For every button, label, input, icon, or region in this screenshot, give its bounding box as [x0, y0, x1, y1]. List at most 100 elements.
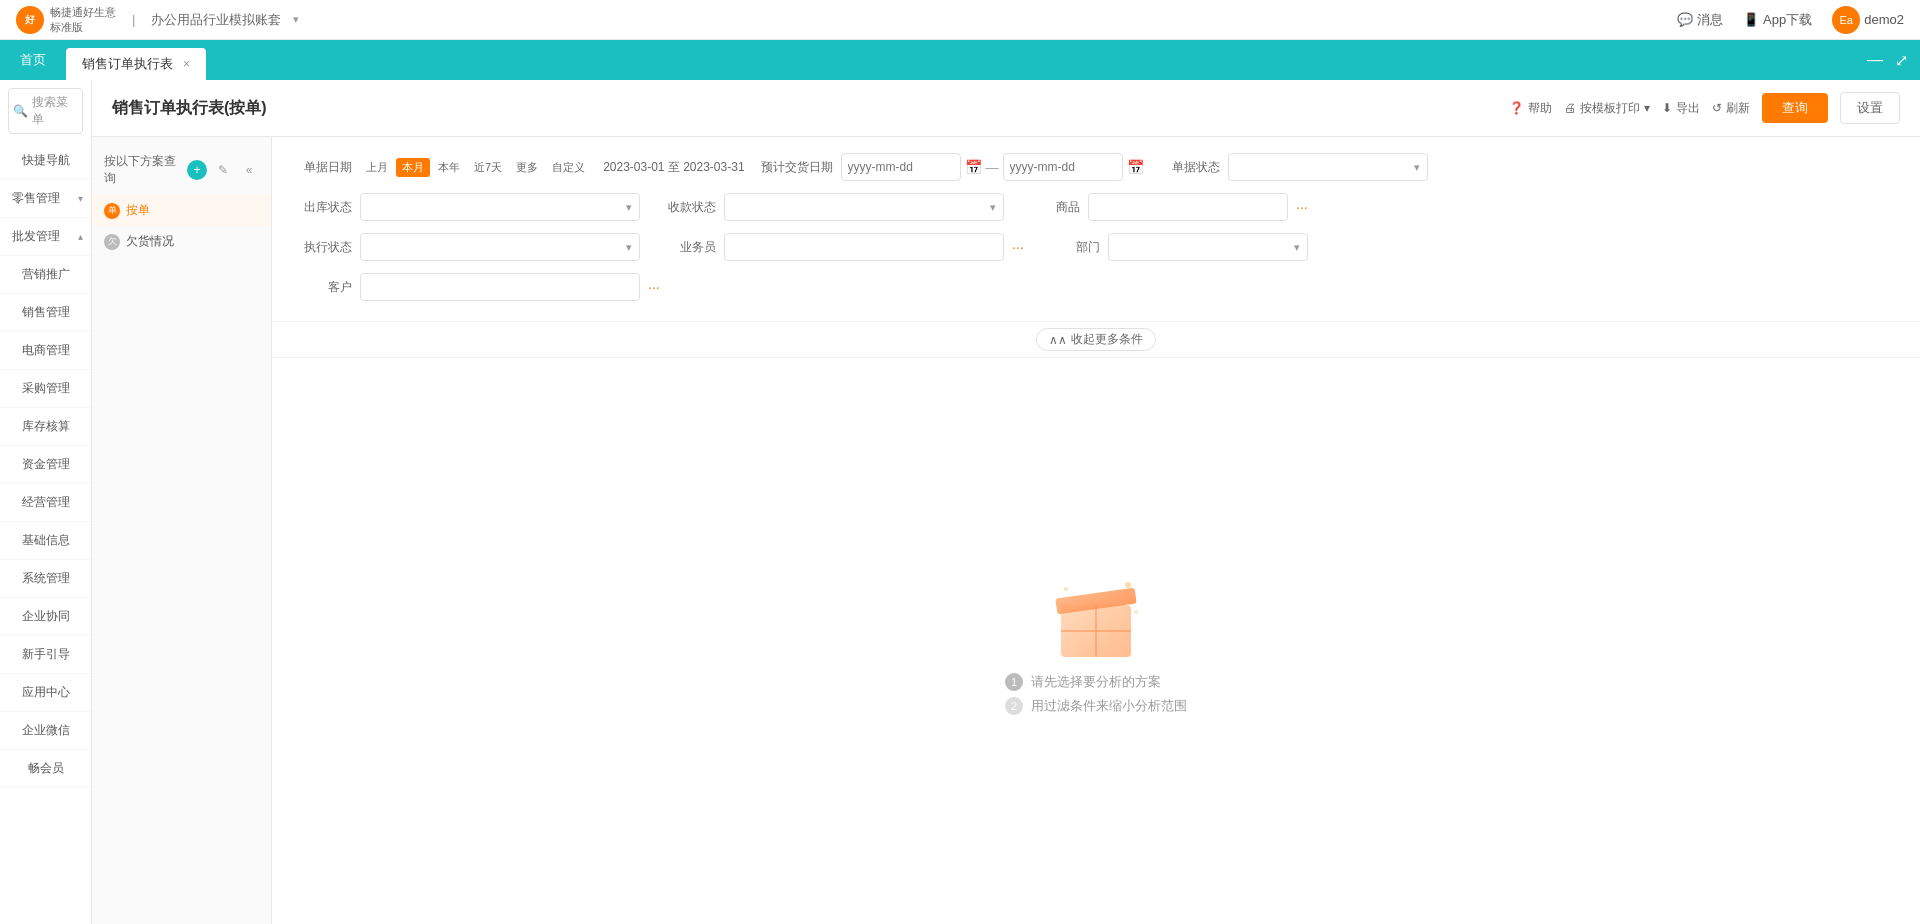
- sidebar-item-marketing[interactable]: 营销推广: [0, 256, 91, 294]
- sidebar-item-corp-wechat[interactable]: 企业微信: [0, 712, 91, 750]
- goods-input[interactable]: [1088, 193, 1288, 221]
- quick-date-this-month[interactable]: 本月: [396, 158, 430, 177]
- left-panel-edit-btn[interactable]: ✎: [213, 160, 233, 180]
- tab-minimize-icon[interactable]: —: [1867, 51, 1883, 69]
- page-header-actions: ❓ 帮助 🖨 按模板打印 ▾ ⬇ 导出 ↺ 刷新 查询 设置: [1509, 92, 1900, 124]
- filter-item-shortage[interactable]: 欠 欠货情况: [92, 226, 271, 257]
- tab-home[interactable]: 首页: [0, 40, 66, 80]
- sidebar-item-app-center[interactable]: 应用中心: [0, 674, 91, 712]
- wholesale-expand-icon: ▴: [78, 231, 83, 242]
- sidebar-item-purchase[interactable]: 采购管理: [0, 370, 91, 408]
- out-status-select[interactable]: [360, 193, 640, 221]
- expected-date-start[interactable]: [841, 153, 961, 181]
- customer-input[interactable]: [360, 273, 640, 301]
- message-btn[interactable]: 💬 消息: [1677, 11, 1723, 29]
- filter-field-expected-date: 预计交货日期 📅 — 📅: [761, 153, 1144, 181]
- tab-active[interactable]: 销售订单执行表 ×: [66, 48, 206, 80]
- collapse-up-icon: ∧∧: [1049, 333, 1067, 347]
- topbar: 好 畅捷通好生意 标准版 | 办公用品行业模拟账套 ▾ 💬 消息 📱 App下载…: [0, 0, 1920, 40]
- filter-field-goods: 商品 ···: [1020, 193, 1308, 221]
- search-icon: 🔍: [13, 104, 28, 118]
- empty-step-1: 1 请先选择要分析的方案: [1005, 673, 1187, 691]
- left-panel-title: 按以下方案查询: [104, 153, 187, 187]
- out-status-label: 出库状态: [292, 199, 352, 216]
- sidebar-item-sales-mgmt[interactable]: 销售管理: [0, 294, 91, 332]
- main-layout: 🔍 搜索菜单 快捷导航 零售管理 ▾ 批发管理 ▴ 营销推广 销售管理 电商管理…: [0, 80, 1920, 924]
- settings-btn[interactable]: 设置: [1840, 92, 1900, 124]
- filter-form: 单据日期 上月 本月 本年 近7天 更多 自定义 2023-03-01 至 20…: [272, 137, 1920, 322]
- department-label: 部门: [1040, 239, 1100, 256]
- export-icon: ⬇: [1662, 101, 1672, 115]
- logo-text: 畅捷通好生意 标准版: [50, 5, 116, 34]
- filter-content-layout: 按以下方案查询 + ✎ « 单 按单 欠 欠货情况: [92, 137, 1920, 924]
- step-2-number: 2: [1005, 697, 1023, 715]
- quick-date-more[interactable]: 更多: [510, 158, 544, 177]
- refresh-btn[interactable]: ↺ 刷新: [1712, 100, 1750, 117]
- sidebar-search-area: 🔍 搜索菜单: [0, 80, 91, 142]
- left-panel-add-btn[interactable]: +: [187, 160, 207, 180]
- receipt-status-select[interactable]: [724, 193, 1004, 221]
- sidebar-item-retail[interactable]: 零售管理 ▾: [0, 180, 91, 218]
- filter-field-exec-status: 执行状态: [292, 233, 640, 261]
- sidebar-item-ecommerce[interactable]: 电商管理: [0, 332, 91, 370]
- sidebar-item-quick-nav[interactable]: 快捷导航: [0, 142, 91, 180]
- sidebar-item-wholesale[interactable]: 批发管理 ▴: [0, 218, 91, 256]
- quick-date-7days[interactable]: 近7天: [468, 158, 508, 177]
- filter-row-1: 单据日期 上月 本月 本年 近7天 更多 自定义 2023-03-01 至 20…: [292, 153, 1900, 181]
- empty-steps: 1 请先选择要分析的方案 2 用过滤条件来缩小分析范围: [1005, 673, 1187, 715]
- quick-dates: 上月 本月 本年 近7天 更多 自定义: [360, 158, 591, 177]
- export-btn[interactable]: ⬇ 导出: [1662, 100, 1700, 117]
- tab-close-btn[interactable]: ×: [183, 57, 190, 71]
- filter-field-out-status: 出库状态: [292, 193, 640, 221]
- print-btn[interactable]: 🖨 按模板打印 ▾: [1564, 100, 1650, 117]
- bill-status-select[interactable]: [1228, 153, 1428, 181]
- search-menu-btn[interactable]: 🔍 搜索菜单: [8, 88, 83, 134]
- bill-status-select-wrapper: [1228, 153, 1428, 181]
- date-separator: —: [986, 160, 999, 175]
- sidebar-item-vip[interactable]: 畅会员: [0, 750, 91, 788]
- goods-label: 商品: [1020, 199, 1080, 216]
- sidebar-item-newbie[interactable]: 新手引导: [0, 636, 91, 674]
- filter-field-department: 部门: [1040, 233, 1308, 261]
- sidebar-item-operations[interactable]: 经营管理: [0, 484, 91, 522]
- date-end-icon[interactable]: 📅: [1127, 159, 1144, 175]
- date-start-icon[interactable]: 📅: [965, 159, 982, 175]
- date-label: 单据日期: [292, 159, 352, 176]
- filter-row-2: 出库状态 收款状态: [292, 193, 1900, 221]
- exec-status-label: 执行状态: [292, 239, 352, 256]
- customer-label: 客户: [292, 279, 352, 296]
- sidebar-item-system[interactable]: 系统管理: [0, 560, 91, 598]
- sidebar-item-enterprise[interactable]: 企业协同: [0, 598, 91, 636]
- sidebar-item-inventory[interactable]: 库存核算: [0, 408, 91, 446]
- filter-item-by-order[interactable]: 单 按单: [92, 195, 271, 226]
- expected-date-end[interactable]: [1003, 153, 1123, 181]
- exec-status-select[interactable]: [360, 233, 640, 261]
- quick-date-last-month[interactable]: 上月: [360, 158, 394, 177]
- left-panel-collapse-btn[interactable]: «: [239, 160, 259, 180]
- help-btn[interactable]: ❓ 帮助: [1509, 100, 1552, 117]
- salesman-input[interactable]: [724, 233, 1004, 261]
- left-panel-actions: + ✎ «: [187, 160, 259, 180]
- step-1-number: 1: [1005, 673, 1023, 691]
- quick-date-this-year[interactable]: 本年: [432, 158, 466, 177]
- app-download-btn[interactable]: 📱 App下载: [1743, 11, 1812, 29]
- salesman-more-btn[interactable]: ···: [1012, 239, 1024, 255]
- user-area[interactable]: Ea demo2: [1832, 6, 1904, 34]
- quick-date-custom[interactable]: 自定义: [546, 158, 591, 177]
- collapse-conditions-btn[interactable]: ∧∧ 收起更多条件: [1036, 328, 1156, 351]
- filter-field-customer: 客户 ···: [292, 273, 660, 301]
- query-btn[interactable]: 查询: [1762, 93, 1828, 123]
- goods-more-btn[interactable]: ···: [1296, 199, 1308, 215]
- app-title-dropdown-icon[interactable]: ▾: [293, 13, 299, 26]
- receipt-status-label: 收款状态: [656, 199, 716, 216]
- department-select[interactable]: [1108, 233, 1308, 261]
- sidebar-item-basic-info[interactable]: 基础信息: [0, 522, 91, 560]
- filter-row-4: 客户 ···: [292, 273, 1900, 301]
- svg-point-4: [1134, 610, 1138, 614]
- customer-more-btn[interactable]: ···: [648, 279, 660, 295]
- filter-field-salesman: 业务员 ···: [656, 233, 1024, 261]
- tab-maximize-icon[interactable]: ⤢: [1895, 51, 1908, 70]
- empty-state-svg: [1046, 567, 1146, 657]
- sidebar-item-finance[interactable]: 资金管理: [0, 446, 91, 484]
- app-title: 办公用品行业模拟账套: [151, 11, 281, 29]
